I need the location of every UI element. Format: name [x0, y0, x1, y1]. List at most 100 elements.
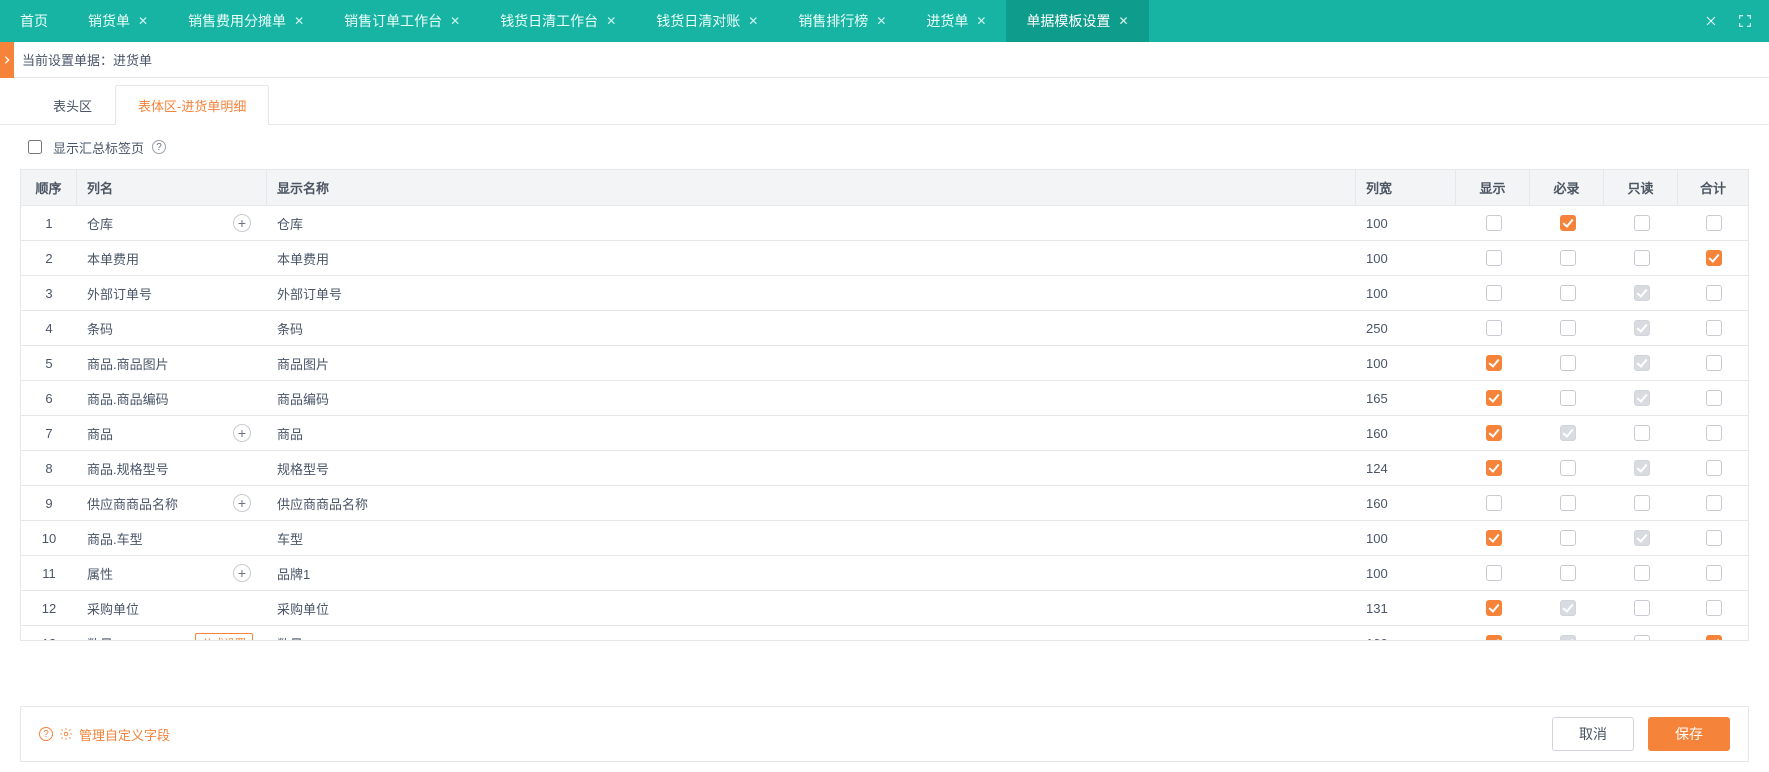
- close-icon[interactable]: ✕: [876, 15, 886, 27]
- total-checkbox[interactable]: [1706, 635, 1722, 640]
- total-checkbox[interactable]: [1706, 600, 1722, 616]
- required-checkbox[interactable]: [1560, 250, 1576, 266]
- cell-display-name[interactable]: 商品编码: [267, 383, 1356, 414]
- help-icon[interactable]: ?: [39, 727, 53, 741]
- top-tab[interactable]: 单据模板设置✕: [1006, 0, 1148, 42]
- cell-display-name[interactable]: 本单费用: [267, 243, 1356, 274]
- readonly-checkbox[interactable]: [1634, 425, 1650, 441]
- cell-width[interactable]: 160: [1356, 490, 1456, 517]
- save-button[interactable]: 保存: [1648, 717, 1730, 751]
- fullscreen-button[interactable]: [1731, 7, 1759, 35]
- readonly-checkbox[interactable]: [1634, 495, 1650, 511]
- cell-width[interactable]: 100: [1356, 630, 1456, 641]
- top-tab[interactable]: 销售费用分摊单✕: [168, 0, 324, 42]
- total-checkbox[interactable]: [1706, 355, 1722, 371]
- required-checkbox[interactable]: [1560, 355, 1576, 371]
- readonly-checkbox[interactable]: [1634, 635, 1650, 640]
- top-tab[interactable]: 首页: [0, 0, 68, 42]
- add-child-column-button[interactable]: +: [233, 214, 251, 232]
- show-checkbox[interactable]: [1486, 495, 1502, 511]
- show-checkbox[interactable]: [1486, 530, 1502, 546]
- cell-width[interactable]: 100: [1356, 210, 1456, 237]
- total-checkbox[interactable]: [1706, 320, 1722, 336]
- show-checkbox[interactable]: [1486, 320, 1502, 336]
- top-tab[interactable]: 钱货日清对账✕: [636, 0, 778, 42]
- required-checkbox[interactable]: [1560, 215, 1576, 231]
- table-row[interactable]: 8商品.规格型号规格型号124: [21, 451, 1748, 486]
- table-row[interactable]: 6商品.商品编码商品编码165: [21, 381, 1748, 416]
- cell-width[interactable]: 124: [1356, 455, 1456, 482]
- required-checkbox[interactable]: [1560, 390, 1576, 406]
- show-checkbox[interactable]: [1486, 425, 1502, 441]
- show-summary-tab-checkbox[interactable]: [28, 140, 42, 154]
- table-row[interactable]: 13数量公式设置数量100: [21, 626, 1748, 640]
- cell-width[interactable]: 165: [1356, 385, 1456, 412]
- total-checkbox[interactable]: [1706, 215, 1722, 231]
- cell-width[interactable]: 100: [1356, 560, 1456, 587]
- cell-width[interactable]: 100: [1356, 350, 1456, 377]
- cell-display-name[interactable]: 车型: [267, 523, 1356, 554]
- show-checkbox[interactable]: [1486, 215, 1502, 231]
- close-icon[interactable]: ✕: [450, 15, 460, 27]
- top-tab[interactable]: 销货单✕: [68, 0, 168, 42]
- table-row[interactable]: 2本单费用本单费用100: [21, 241, 1748, 276]
- required-checkbox[interactable]: [1560, 495, 1576, 511]
- add-child-column-button[interactable]: +: [233, 494, 251, 512]
- table-row[interactable]: 7商品+商品160: [21, 416, 1748, 451]
- table-body[interactable]: 1仓库+仓库1002本单费用本单费用1003外部订单号外部订单号1004条码条码…: [21, 206, 1748, 640]
- cell-display-name[interactable]: 规格型号: [267, 453, 1356, 484]
- readonly-checkbox[interactable]: [1634, 215, 1650, 231]
- cell-width[interactable]: 250: [1356, 315, 1456, 342]
- show-checkbox[interactable]: [1486, 460, 1502, 476]
- cell-display-name[interactable]: 商品: [267, 418, 1356, 449]
- show-checkbox[interactable]: [1486, 565, 1502, 581]
- total-checkbox[interactable]: [1706, 425, 1722, 441]
- show-checkbox[interactable]: [1486, 355, 1502, 371]
- table-row[interactable]: 12采购单位采购单位131: [21, 591, 1748, 626]
- table-row[interactable]: 3外部订单号外部订单号100: [21, 276, 1748, 311]
- tab-header-area[interactable]: 表头区: [30, 85, 115, 125]
- close-icon[interactable]: ✕: [294, 15, 304, 27]
- total-checkbox[interactable]: [1706, 495, 1722, 511]
- cancel-button[interactable]: 取消: [1552, 717, 1634, 751]
- table-row[interactable]: 1仓库+仓库100: [21, 206, 1748, 241]
- readonly-checkbox[interactable]: [1634, 600, 1650, 616]
- expand-handle[interactable]: [0, 42, 14, 78]
- readonly-checkbox[interactable]: [1634, 565, 1650, 581]
- close-icon[interactable]: ✕: [976, 15, 986, 27]
- cell-width[interactable]: 100: [1356, 525, 1456, 552]
- close-icon[interactable]: ✕: [606, 15, 616, 27]
- table-row[interactable]: 5商品.商品图片商品图片100: [21, 346, 1748, 381]
- top-tab[interactable]: 销售排行榜✕: [778, 0, 906, 42]
- readonly-checkbox[interactable]: [1634, 250, 1650, 266]
- cell-width[interactable]: 100: [1356, 280, 1456, 307]
- total-checkbox[interactable]: [1706, 250, 1722, 266]
- cell-display-name[interactable]: 品牌1: [267, 558, 1356, 589]
- cell-display-name[interactable]: 数量: [267, 628, 1356, 641]
- total-checkbox[interactable]: [1706, 530, 1722, 546]
- table-row[interactable]: 10商品.车型车型100: [21, 521, 1748, 556]
- top-tab[interactable]: 钱货日清工作台✕: [480, 0, 636, 42]
- show-checkbox[interactable]: [1486, 390, 1502, 406]
- table-row[interactable]: 11属性+品牌1100: [21, 556, 1748, 591]
- cell-display-name[interactable]: 供应商商品名称: [267, 488, 1356, 519]
- total-checkbox[interactable]: [1706, 285, 1722, 301]
- show-checkbox[interactable]: [1486, 635, 1502, 640]
- formula-setting-button[interactable]: 公式设置: [195, 633, 253, 640]
- cell-display-name[interactable]: 仓库: [267, 208, 1356, 239]
- add-child-column-button[interactable]: +: [233, 564, 251, 582]
- required-checkbox[interactable]: [1560, 285, 1576, 301]
- manage-custom-fields-link[interactable]: ? 管理自定义字段: [39, 725, 170, 744]
- top-tab[interactable]: 销售订单工作台✕: [324, 0, 480, 42]
- cell-display-name[interactable]: 商品图片: [267, 348, 1356, 379]
- total-checkbox[interactable]: [1706, 565, 1722, 581]
- required-checkbox[interactable]: [1560, 460, 1576, 476]
- table-row[interactable]: 9供应商商品名称+供应商商品名称160: [21, 486, 1748, 521]
- tab-body-area[interactable]: 表体区-进货单明细: [115, 85, 269, 125]
- show-checkbox[interactable]: [1486, 600, 1502, 616]
- help-icon[interactable]: ?: [152, 140, 166, 154]
- cell-display-name[interactable]: 采购单位: [267, 593, 1356, 624]
- add-child-column-button[interactable]: +: [233, 424, 251, 442]
- top-tab[interactable]: 进货单✕: [906, 0, 1006, 42]
- required-checkbox[interactable]: [1560, 565, 1576, 581]
